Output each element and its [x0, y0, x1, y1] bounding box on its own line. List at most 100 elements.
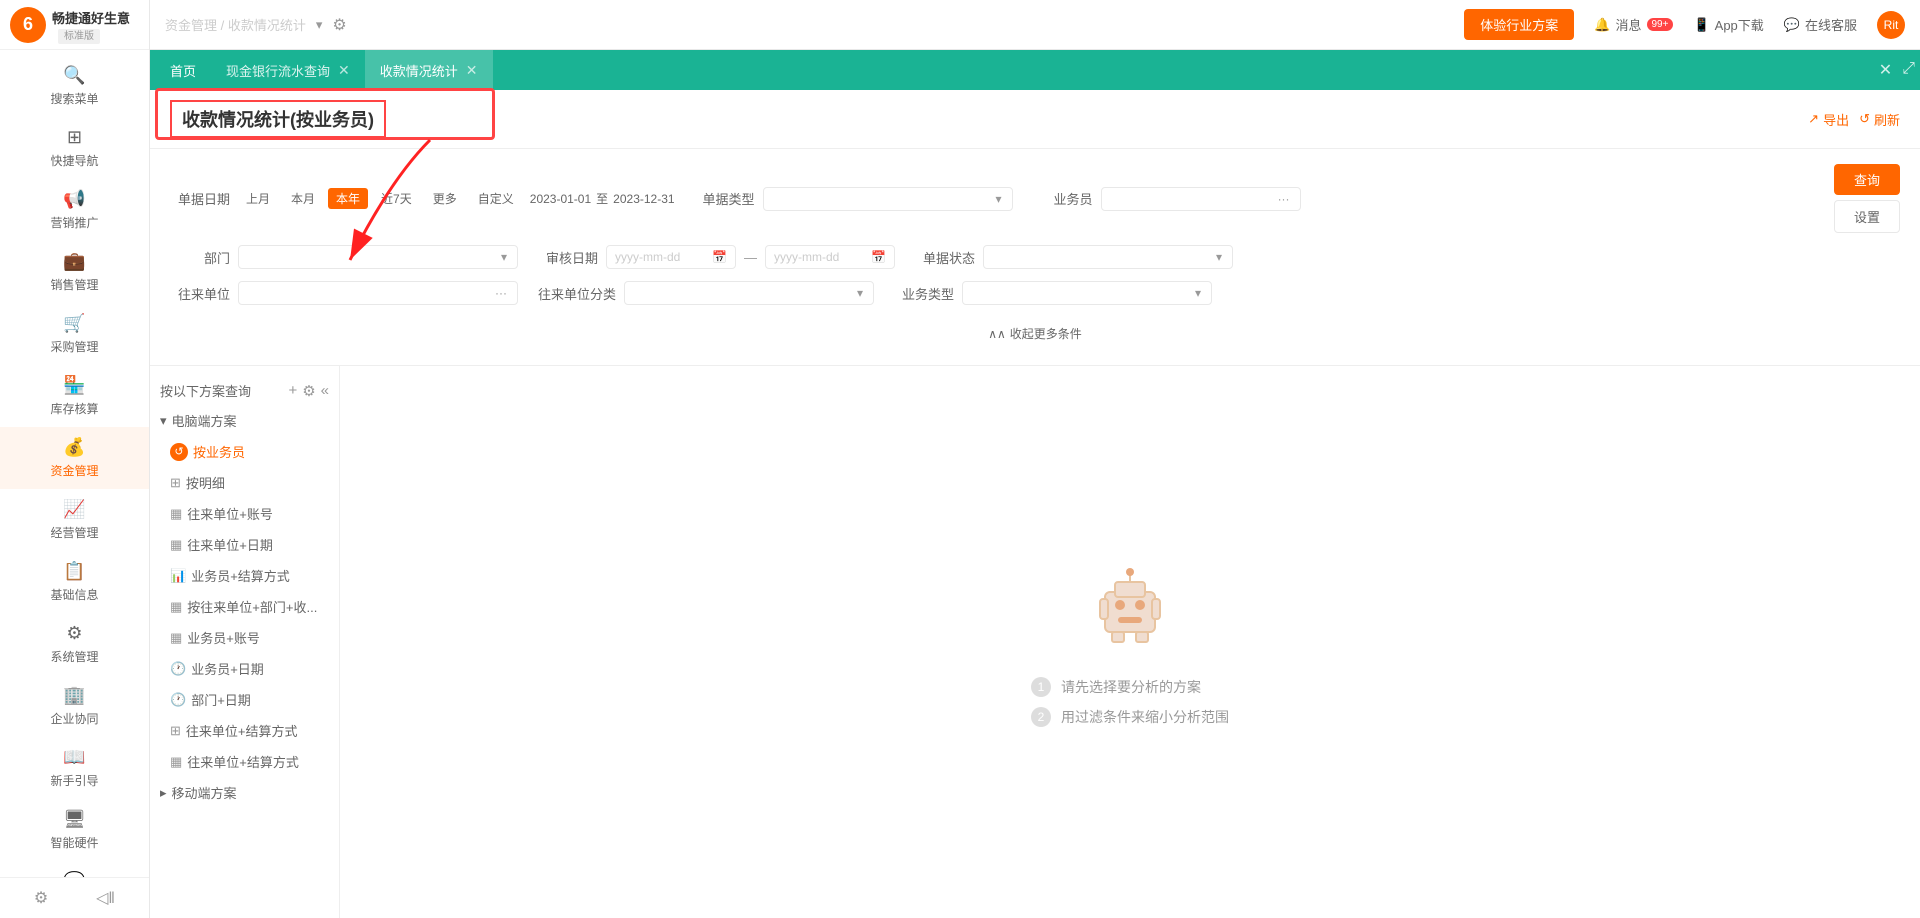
- biz-type-select[interactable]: ▾: [962, 281, 1212, 305]
- tab-cashflow-close[interactable]: ✕: [338, 62, 350, 79]
- date-tab-more[interactable]: 更多: [425, 188, 465, 209]
- tab-receipts-label: 收款情况统计: [380, 61, 458, 80]
- scheme-collapse-icon[interactable]: «: [321, 382, 329, 400]
- dept-label: 部门: [170, 248, 230, 267]
- date-tab-custom[interactable]: 自定义: [470, 188, 522, 209]
- setting-button[interactable]: 设置: [1834, 200, 1900, 233]
- dropdown-icon[interactable]: ▾: [316, 17, 323, 33]
- scheme-item-1[interactable]: ⊞ 按明细: [150, 467, 339, 498]
- step-num-2: 2: [1031, 707, 1051, 727]
- page-header: 收款情况统计(按业务员) ↗ 导出 ↺ 刷新: [150, 90, 1920, 149]
- sidebar-item-system[interactable]: ⚙ 系统管理: [0, 613, 149, 675]
- date-tab-this-month[interactable]: 本月: [283, 188, 323, 209]
- window-maximize-icon[interactable]: ⤢: [1902, 60, 1915, 80]
- review-date-to[interactable]: yyyy-mm-dd 📅: [765, 245, 895, 269]
- breadcrumb-text: 资金管理 / 收款情况统计: [165, 15, 306, 34]
- date-tab-this-year[interactable]: 本年: [328, 188, 368, 209]
- collapse-sidebar-icon[interactable]: ◁‖: [96, 888, 115, 908]
- scheme-item-6[interactable]: ▦ 业务员+账号: [150, 622, 339, 653]
- scheme-icon-6: ▦: [170, 630, 182, 646]
- baseinfo-icon: 📋: [63, 561, 85, 582]
- sidebar-item-baseinfo[interactable]: 📋 基础信息: [0, 551, 149, 613]
- scheme-item-4[interactable]: 📊 业务员+结算方式: [150, 560, 339, 591]
- page-actions: ↗ 导出 ↺ 刷新: [1808, 110, 1900, 129]
- sidebar-item-inventory[interactable]: 🏪 库存核算: [0, 365, 149, 427]
- doc-status-select[interactable]: ▾: [983, 245, 1233, 269]
- logo-title: 畅捷通好生意: [52, 8, 130, 27]
- scheme-item-2[interactable]: ▦ 往来单位+账号: [150, 498, 339, 529]
- scheme-item-label: 按往来单位+部门+收...: [187, 597, 317, 616]
- tab-home[interactable]: 首页: [155, 61, 211, 80]
- date-tab-7days[interactable]: 近7天: [373, 188, 420, 209]
- review-date-label: 审核日期: [538, 248, 598, 267]
- data-area: 1 请先选择要分析的方案 2 用过滤条件来缩小分析范围: [340, 366, 1920, 918]
- purchase-icon: 🛒: [63, 313, 85, 334]
- scheme-item-5[interactable]: ▦ 按往来单位+部门+收...: [150, 591, 339, 622]
- partner-select[interactable]: ···: [238, 281, 518, 305]
- scheme-item-label: 按业务员: [193, 442, 245, 461]
- review-date-to-text: yyyy-mm-dd: [774, 250, 839, 264]
- collapse-up-icon: ∧∧: [988, 327, 1006, 341]
- sidebar-item-marketing[interactable]: 📢 营销推广: [0, 179, 149, 241]
- user-avatar[interactable]: Rit: [1877, 11, 1905, 39]
- settings-icon[interactable]: ⚙: [34, 888, 48, 908]
- scheme-gear-icon[interactable]: ⚙: [302, 382, 315, 400]
- scheme-icon-8: 🕐: [170, 692, 186, 708]
- tab-receipts-close[interactable]: ✕: [466, 62, 478, 79]
- sidebar-nav: 🔍 搜索菜单 ⊞ 快捷导航 📢 营销推广 💼 销售管理 🛒 采购管理 🏪: [0, 50, 149, 877]
- scheme-group-mobile-label: 移动端方案: [172, 783, 237, 802]
- scheme-item-8[interactable]: 🕐 部门+日期: [150, 684, 339, 715]
- scheme-item-3[interactable]: ▦ 往来单位+日期: [150, 529, 339, 560]
- sidebar-item-label: 经营管理: [50, 524, 98, 541]
- sidebar-item-finance[interactable]: 💰 资金管理: [0, 427, 149, 489]
- scheme-group-mobile: ▸ 移动端方案: [150, 777, 339, 808]
- tab-receipts[interactable]: 收款情况统计 ✕: [365, 50, 493, 90]
- gear-settings-icon[interactable]: ⚙: [332, 15, 346, 35]
- sidebar-item-operations[interactable]: 📈 经营管理: [0, 489, 149, 551]
- scheme-item-9[interactable]: ⊞ 往来单位+结算方式: [150, 715, 339, 746]
- filter-row-2: 部门 ▾ 审核日期 yyyy-mm-dd 📅 —: [170, 245, 1900, 269]
- sidebar-item-label: 营销推广: [50, 214, 98, 231]
- sidebar-item-sales[interactable]: 💼 销售管理: [0, 241, 149, 303]
- bell-icon: 🔔: [1594, 17, 1610, 33]
- sidebar-item-wechat[interactable]: 💬 企业微信: [0, 861, 149, 877]
- review-date-from[interactable]: yyyy-mm-dd 📅: [606, 245, 736, 269]
- scheme-add-icon[interactable]: +: [288, 382, 297, 400]
- partner-category-select[interactable]: ▾: [624, 281, 874, 305]
- empty-robot-icon: [1080, 557, 1180, 657]
- step-label-1: 请先选择要分析的方案: [1061, 677, 1201, 697]
- app-download-action[interactable]: 📱 App下载: [1693, 15, 1763, 34]
- sidebar-item-label: 快捷导航: [50, 152, 98, 169]
- scheme-item-10[interactable]: ▦ 往来单位+结算方式: [150, 746, 339, 777]
- collapse-filter-button[interactable]: ∧∧ 收起更多条件: [170, 317, 1900, 350]
- scheme-item-7[interactable]: 🕐 业务员+日期: [150, 653, 339, 684]
- online-service-action[interactable]: 💬 在线客服: [1784, 15, 1857, 34]
- sidebar-item-guide[interactable]: 📖 新手引导: [0, 737, 149, 799]
- dept-select[interactable]: ▾: [238, 245, 518, 269]
- refresh-button[interactable]: ↺ 刷新: [1859, 110, 1900, 129]
- sidebar-item-search[interactable]: 🔍 搜索菜单: [0, 55, 149, 117]
- export-button[interactable]: ↗ 导出: [1808, 110, 1849, 129]
- sidebar-item-nav[interactable]: ⊞ 快捷导航: [0, 117, 149, 179]
- tab-cashflow-label: 现金银行流水查询: [226, 61, 330, 80]
- scheme-panel: 按以下方案查询 + ⚙ « ▾ 电脑端方案 ↺: [150, 366, 340, 918]
- sidebar-item-hardware[interactable]: 🖥 智能硬件: [0, 799, 149, 861]
- query-button[interactable]: 查询: [1834, 164, 1900, 195]
- partner-more-dots: ···: [495, 286, 507, 300]
- page-title: 收款情况统计(按业务员): [170, 100, 386, 138]
- messages-action[interactable]: 🔔 消息 99+: [1594, 15, 1673, 34]
- tab-cashflow[interactable]: 现金银行流水查询 ✕: [211, 50, 365, 90]
- trial-button[interactable]: 体验行业方案: [1464, 9, 1574, 40]
- doc-type-select[interactable]: ▾: [763, 187, 1013, 211]
- sidebar-item-purchase[interactable]: 🛒 采购管理: [0, 303, 149, 365]
- scheme-group-mobile-title[interactable]: ▸ 移动端方案: [150, 777, 339, 808]
- sidebar-item-corp[interactable]: 🏢 企业协同: [0, 675, 149, 737]
- scheme-item-0[interactable]: ↺ 按业务员: [150, 436, 339, 467]
- salesperson-select[interactable]: ···: [1101, 187, 1301, 211]
- tab-bar: 首页 现金银行流水查询 ✕ 收款情况统计 ✕ ✕ ⤢: [150, 50, 1920, 90]
- date-tab-last-month[interactable]: 上月: [238, 188, 278, 209]
- logo-area: 6 畅捷通好生意 标准版: [0, 0, 149, 50]
- window-close-icon[interactable]: ✕: [1879, 60, 1892, 80]
- marketing-icon: 📢: [63, 189, 85, 210]
- scheme-group-desktop-title[interactable]: ▾ 电脑端方案: [150, 405, 339, 436]
